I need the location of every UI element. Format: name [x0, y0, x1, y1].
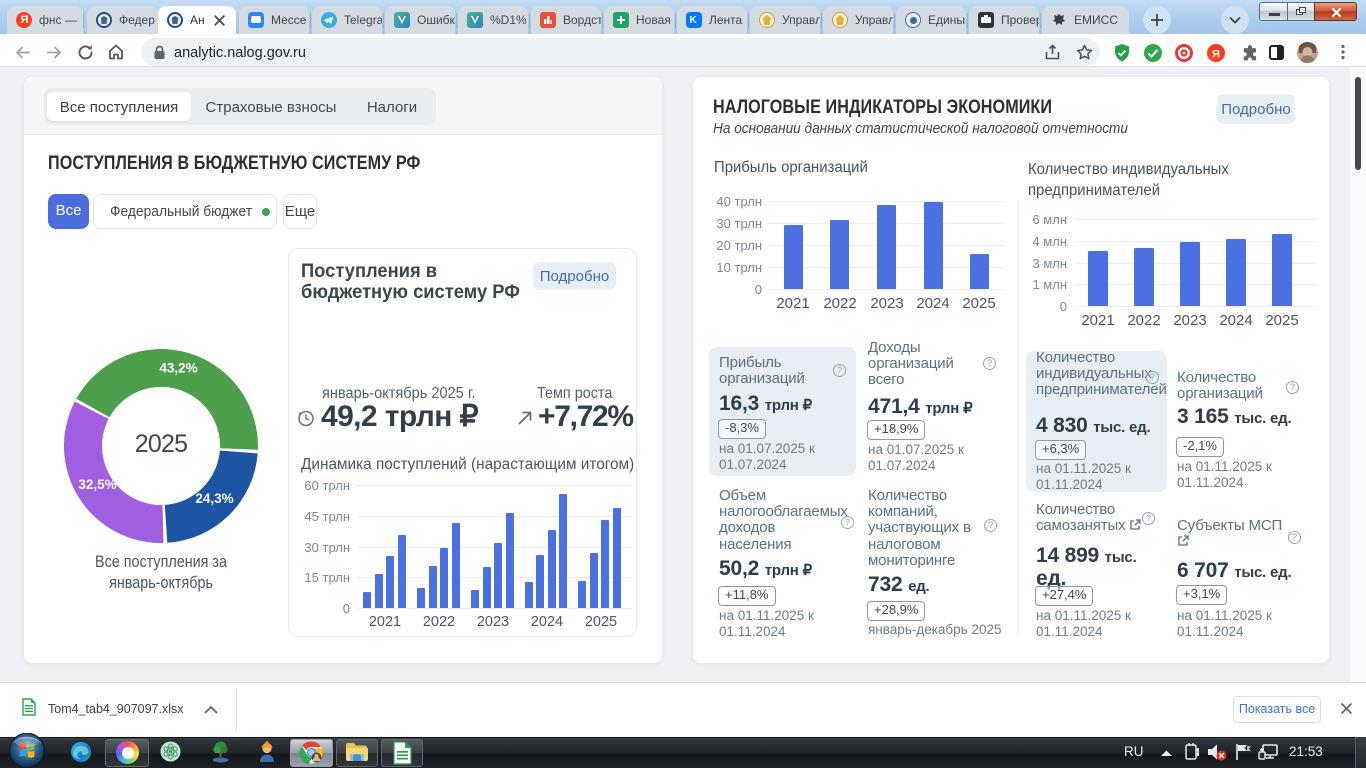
svg-text:43,2%: 43,2% — [159, 361, 197, 376]
svg-text:32,5%: 32,5% — [78, 477, 116, 492]
svg-text:24,3%: 24,3% — [195, 491, 233, 506]
svg-text:Я: Я — [1212, 49, 1220, 61]
